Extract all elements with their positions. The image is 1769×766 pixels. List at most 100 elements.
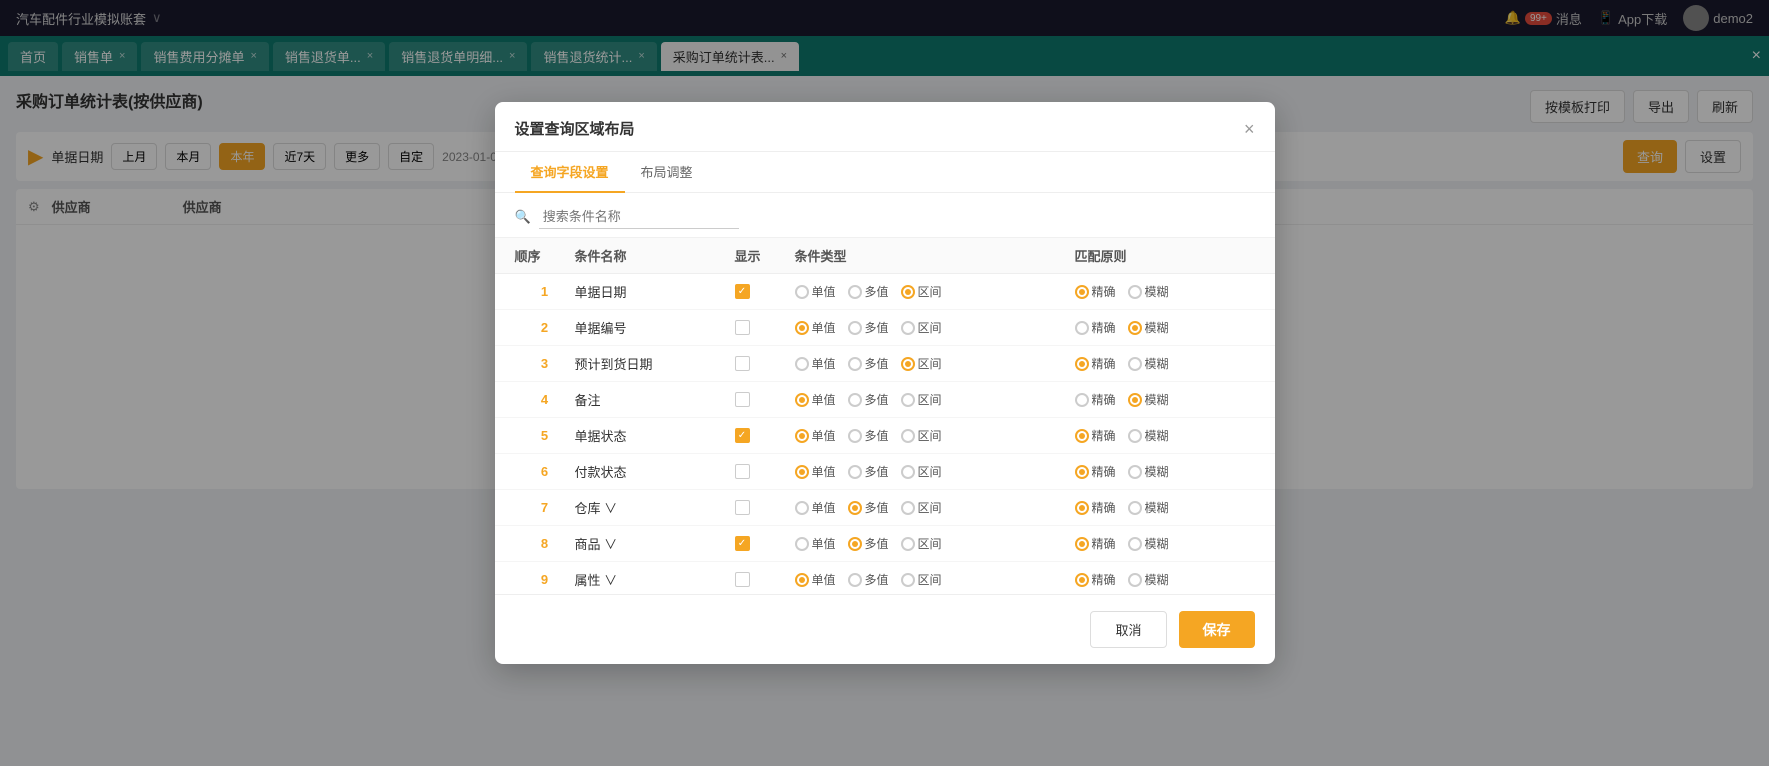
match-radio-精确[interactable]: 精确 [1075, 319, 1116, 336]
row-name: 商品 ∨ [575, 534, 735, 553]
row-display-checkbox[interactable] [735, 500, 795, 515]
row-order: 6 [515, 464, 575, 479]
match-radio-模糊[interactable]: 模糊 [1128, 391, 1169, 408]
row-name: 预计到货日期 [575, 354, 735, 373]
dialog-header: 设置查询区域布局 × [495, 102, 1275, 152]
row-display-checkbox[interactable] [735, 572, 795, 587]
type-radio-单值[interactable]: 单值 [795, 355, 836, 372]
cancel-btn[interactable]: 取消 [1090, 611, 1166, 648]
match-radio-精确[interactable]: 精确 [1075, 283, 1116, 300]
row-order: 1 [515, 284, 575, 299]
row-display-checkbox[interactable] [735, 392, 795, 407]
row-display-checkbox[interactable] [735, 464, 795, 479]
dialog-search: 🔍 [495, 193, 1275, 238]
match-radio-模糊[interactable]: 模糊 [1128, 463, 1169, 480]
table-row: 2单据编号单值多值区间精确模糊 [495, 310, 1275, 346]
row-display-checkbox[interactable] [735, 320, 795, 335]
row-type-options: 单值多值区间 [795, 319, 1075, 336]
type-radio-区间[interactable]: 区间 [901, 499, 942, 516]
row-order: 5 [515, 428, 575, 443]
row-name: 仓库 ∨ [575, 498, 735, 517]
table-row: 4备注单值多值区间精确模糊 [495, 382, 1275, 418]
table-body: 1单据日期单值多值区间精确模糊2单据编号单值多值区间精确模糊3预计到货日期单值多… [495, 274, 1275, 594]
type-radio-单值[interactable]: 单值 [795, 499, 836, 516]
match-radio-精确[interactable]: 精确 [1075, 427, 1116, 444]
row-match-options: 精确模糊 [1075, 355, 1275, 372]
match-radio-模糊[interactable]: 模糊 [1128, 319, 1169, 336]
table-row: 7仓库 ∨单值多值区间精确模糊 [495, 490, 1275, 526]
row-display-checkbox[interactable] [735, 428, 795, 443]
row-match-options: 精确模糊 [1075, 535, 1275, 552]
type-radio-单值[interactable]: 单值 [795, 571, 836, 588]
type-radio-单值[interactable]: 单值 [795, 535, 836, 552]
col-name: 条件名称 [575, 246, 735, 265]
match-radio-精确[interactable]: 精确 [1075, 391, 1116, 408]
type-radio-多值[interactable]: 多值 [848, 319, 889, 336]
row-order: 9 [515, 572, 575, 587]
match-radio-模糊[interactable]: 模糊 [1128, 499, 1169, 516]
row-type-options: 单值多值区间 [795, 463, 1075, 480]
type-radio-区间[interactable]: 区间 [901, 571, 942, 588]
row-display-checkbox[interactable] [735, 284, 795, 299]
match-radio-精确[interactable]: 精确 [1075, 463, 1116, 480]
type-radio-多值[interactable]: 多值 [848, 391, 889, 408]
type-radio-区间[interactable]: 区间 [901, 355, 942, 372]
type-radio-多值[interactable]: 多值 [848, 463, 889, 480]
dialog-tab-layout[interactable]: 布局调整 [625, 152, 709, 193]
search-icon: 🔍 [515, 209, 531, 225]
type-radio-区间[interactable]: 区间 [901, 427, 942, 444]
row-display-checkbox[interactable] [735, 356, 795, 371]
row-type-options: 单值多值区间 [795, 283, 1075, 300]
type-radio-多值[interactable]: 多值 [848, 427, 889, 444]
row-match-options: 精确模糊 [1075, 427, 1275, 444]
row-type-options: 单值多值区间 [795, 427, 1075, 444]
row-match-options: 精确模糊 [1075, 283, 1275, 300]
type-radio-单值[interactable]: 单值 [795, 427, 836, 444]
type-radio-多值[interactable]: 多值 [848, 355, 889, 372]
table-row: 1单据日期单值多值区间精确模糊 [495, 274, 1275, 310]
row-match-options: 精确模糊 [1075, 463, 1275, 480]
row-name: 单据状态 [575, 426, 735, 445]
row-order: 4 [515, 392, 575, 407]
match-radio-精确[interactable]: 精确 [1075, 535, 1116, 552]
row-display-checkbox[interactable] [735, 536, 795, 551]
type-radio-单值[interactable]: 单值 [795, 319, 836, 336]
row-type-options: 单值多值区间 [795, 499, 1075, 516]
type-radio-区间[interactable]: 区间 [901, 535, 942, 552]
table-row: 6付款状态单值多值区间精确模糊 [495, 454, 1275, 490]
row-type-options: 单值多值区间 [795, 535, 1075, 552]
type-radio-单值[interactable]: 单值 [795, 463, 836, 480]
match-radio-精确[interactable]: 精确 [1075, 571, 1116, 588]
type-radio-多值[interactable]: 多值 [848, 499, 889, 516]
settings-dialog: 设置查询区域布局 × 查询字段设置 布局调整 🔍 顺序 条件名称 显示 条件类型 [495, 102, 1275, 664]
row-match-options: 精确模糊 [1075, 571, 1275, 588]
match-radio-模糊[interactable]: 模糊 [1128, 571, 1169, 588]
row-order: 3 [515, 356, 575, 371]
search-input[interactable] [539, 205, 739, 229]
match-radio-模糊[interactable]: 模糊 [1128, 535, 1169, 552]
match-radio-模糊[interactable]: 模糊 [1128, 355, 1169, 372]
row-match-options: 精确模糊 [1075, 391, 1275, 408]
type-radio-区间[interactable]: 区间 [901, 283, 942, 300]
type-radio-区间[interactable]: 区间 [901, 319, 942, 336]
type-radio-区间[interactable]: 区间 [901, 391, 942, 408]
match-radio-精确[interactable]: 精确 [1075, 355, 1116, 372]
type-radio-单值[interactable]: 单值 [795, 391, 836, 408]
row-match-options: 精确模糊 [1075, 499, 1275, 516]
save-btn[interactable]: 保存 [1179, 611, 1255, 648]
match-radio-精确[interactable]: 精确 [1075, 499, 1116, 516]
type-radio-区间[interactable]: 区间 [901, 463, 942, 480]
type-radio-单值[interactable]: 单值 [795, 283, 836, 300]
type-radio-多值[interactable]: 多值 [848, 535, 889, 552]
row-type-options: 单值多值区间 [795, 355, 1075, 372]
type-radio-多值[interactable]: 多值 [848, 283, 889, 300]
dialog-tab-fields[interactable]: 查询字段设置 [515, 152, 625, 193]
row-order: 8 [515, 536, 575, 551]
type-radio-多值[interactable]: 多值 [848, 571, 889, 588]
table-row: 5单据状态单值多值区间精确模糊 [495, 418, 1275, 454]
match-radio-模糊[interactable]: 模糊 [1128, 283, 1169, 300]
row-match-options: 精确模糊 [1075, 319, 1275, 336]
row-type-options: 单值多值区间 [795, 391, 1075, 408]
match-radio-模糊[interactable]: 模糊 [1128, 427, 1169, 444]
dialog-close-btn[interactable]: × [1244, 120, 1255, 138]
